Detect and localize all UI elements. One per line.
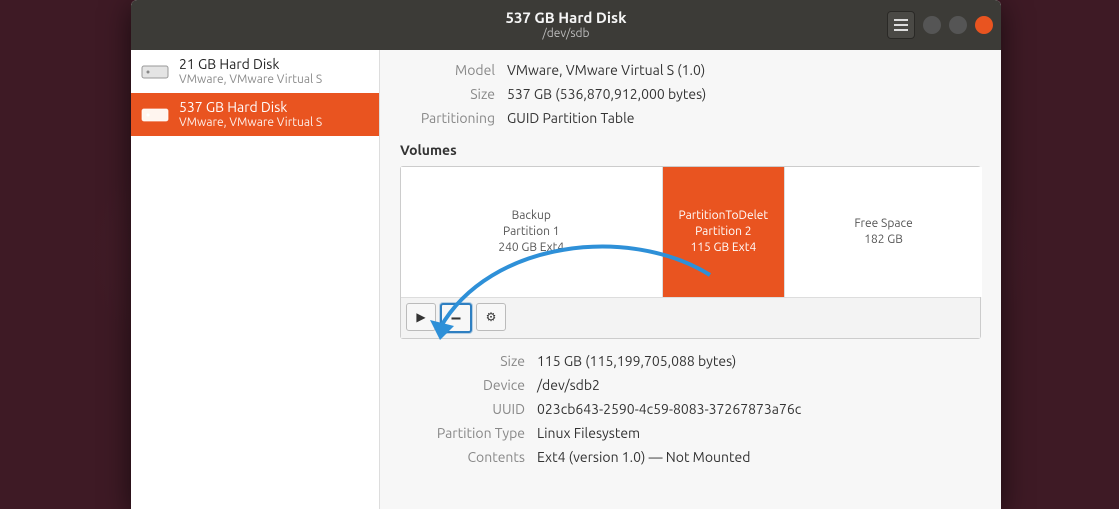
disk-list: 21 GB Hard Disk VMware, VMware Virtual S… (131, 50, 380, 509)
mount-button[interactable]: ▶ (406, 303, 436, 331)
disk-title: 537 GB Hard Disk (179, 99, 322, 116)
device-label: Device (400, 377, 525, 393)
disk-info: Model VMware, VMware Virtual S (1.0) Siz… (400, 62, 981, 126)
options-button[interactable]: ⚙ (476, 303, 506, 331)
disks-window: 537 GB Hard Disk /dev/sdb 21 GB Hard Dis… (131, 0, 1001, 509)
volumes-heading: Volumes (400, 142, 981, 158)
uuid-value: 023cb643-2590-4c59-8083-37267873a76c (537, 401, 981, 417)
disk-item-1[interactable]: 537 GB Hard Disk VMware, VMware Virtual … (131, 93, 379, 136)
volumes-box: Backup Partition 1 240 GB Ext4 Partition… (400, 166, 981, 339)
disk-item-0[interactable]: 21 GB Hard Disk VMware, VMware Virtual S (131, 50, 379, 93)
partition-map: Backup Partition 1 240 GB Ext4 Partition… (401, 167, 980, 297)
disk-subtitle: VMware, VMware Virtual S (179, 116, 322, 130)
hard-disk-icon (141, 105, 169, 125)
model-label: Model (400, 62, 495, 78)
main-panel: Model VMware, VMware Virtual S (1.0) Siz… (380, 50, 1001, 509)
size-label: Size (400, 86, 495, 102)
partition-details: Size 115 GB (115,199,705,088 bytes) Devi… (400, 353, 981, 465)
minimize-icon[interactable] (923, 16, 941, 34)
contents-label: Contents (400, 449, 525, 465)
gear-icon: ⚙ (486, 310, 497, 324)
ptype-value: Linux Filesystem (537, 425, 981, 441)
minus-icon: – (452, 314, 461, 323)
disk-subtitle: VMware, VMware Virtual S (179, 73, 322, 87)
partition-2[interactable]: Free Space 182 GB (785, 167, 982, 297)
uuid-label: UUID (400, 401, 525, 417)
partition-0[interactable]: Backup Partition 1 240 GB Ext4 (401, 167, 663, 297)
maximize-icon[interactable] (949, 16, 967, 34)
delete-partition-button[interactable]: – (440, 303, 472, 333)
close-icon[interactable] (975, 16, 993, 34)
model-value: VMware, VMware Virtual S (1.0) (507, 62, 981, 78)
partitioning-value: GUID Partition Table (507, 110, 981, 126)
size-value: 537 GB (536,870,912,000 bytes) (507, 86, 981, 102)
ptype-label: Partition Type (400, 425, 525, 441)
volume-toolbar: ▶ – ⚙ (401, 297, 980, 338)
titlebar: 537 GB Hard Disk /dev/sdb (131, 0, 1001, 50)
disk-title: 21 GB Hard Disk (179, 56, 322, 73)
psize-value: 115 GB (115,199,705,088 bytes) (537, 353, 981, 369)
partition-1[interactable]: PartitionToDelet Partition 2 115 GB Ext4 (663, 167, 786, 297)
contents-value: Ext4 (version 1.0) — Not Mounted (537, 449, 981, 465)
window-subtitle: /dev/sdb (505, 27, 626, 41)
play-icon: ▶ (416, 310, 425, 324)
device-value: /dev/sdb2 (537, 377, 981, 393)
menu-button[interactable] (887, 11, 915, 39)
partitioning-label: Partitioning (400, 110, 495, 126)
psize-label: Size (400, 353, 525, 369)
window-title: 537 GB Hard Disk (505, 9, 626, 27)
hard-disk-icon (141, 62, 169, 82)
